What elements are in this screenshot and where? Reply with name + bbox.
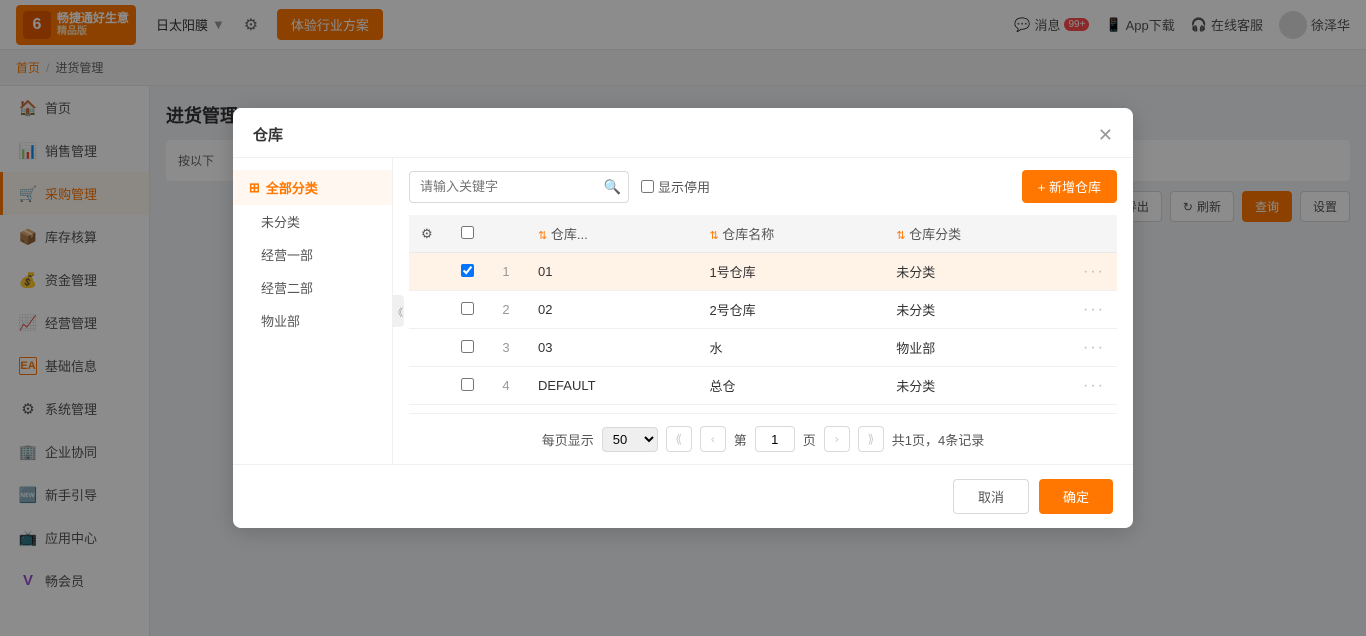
show-disabled-label[interactable]: 显示停用	[641, 177, 710, 196]
row-more-icon[interactable]: ···	[1083, 339, 1105, 356]
cell-gear	[409, 329, 449, 367]
dialog-header: 仓库 ✕	[233, 108, 1133, 158]
page-size-select[interactable]: 50 10 20 100	[602, 427, 658, 452]
th-code-label: 仓库...	[551, 227, 588, 242]
row-more-icon[interactable]: ···	[1083, 377, 1105, 394]
pagination: 每页显示 50 10 20 100 ⟪ ‹ 第 页 › ⟫ 共1页，4条记录	[409, 413, 1117, 464]
row-checkbox[interactable]	[461, 302, 474, 315]
last-page-btn[interactable]: ⟫	[858, 426, 884, 452]
cell-category: 未分类	[884, 253, 1071, 291]
sort-icon-name: ⇅	[709, 230, 718, 242]
warehouse-dialog: 仓库 ✕ ⊞ 全部分类 未分类 经营一部 经营二部 物业部 《	[233, 108, 1133, 528]
category-all[interactable]: ⊞ 全部分类	[233, 170, 392, 205]
cell-dots: ···	[1071, 291, 1117, 329]
grid-icon: ⊞	[249, 180, 260, 196]
search-icon[interactable]: 🔍	[604, 178, 621, 195]
cell-gear	[409, 253, 449, 291]
sort-icon-code: ⇅	[538, 230, 547, 242]
cell-gear	[409, 367, 449, 405]
category-dept2[interactable]: 经营二部	[233, 271, 392, 304]
row-checkbox[interactable]	[461, 378, 474, 391]
row-checkbox[interactable]	[461, 264, 474, 277]
sort-icon-cat: ⇅	[896, 230, 905, 242]
search-bar: 🔍 显示停用 + 新增仓库	[409, 170, 1117, 203]
collapse-btn[interactable]: 《	[392, 295, 404, 327]
cell-category: 未分类	[884, 291, 1071, 329]
th-code: ⇅ 仓库...	[526, 215, 697, 253]
page-suffix: 页	[803, 430, 816, 449]
page-input[interactable]	[755, 426, 795, 452]
dialog-main-area: 🔍 显示停用 + 新增仓库 ⚙	[393, 158, 1133, 464]
th-actions	[1071, 215, 1117, 253]
cell-dots: ···	[1071, 367, 1117, 405]
table-row[interactable]: 4 DEFAULT 总仓 未分类 ···	[409, 367, 1117, 405]
page-label: 第	[734, 430, 747, 449]
cell-name: 总仓	[697, 367, 884, 405]
row-more-icon[interactable]: ···	[1083, 263, 1105, 280]
cell-name: 1号仓库	[697, 253, 884, 291]
cell-gear	[409, 291, 449, 329]
table-row[interactable]: 1 01 1号仓库 未分类 ···	[409, 253, 1117, 291]
cell-dots: ···	[1071, 329, 1117, 367]
dialog-title: 仓库	[253, 124, 283, 145]
cell-code: 03	[526, 329, 697, 367]
th-name-label: 仓库名称	[722, 227, 774, 242]
table-container: ⚙ ⇅ 仓库...	[409, 215, 1117, 405]
th-num	[486, 215, 526, 253]
page-size-label: 每页显示	[542, 430, 594, 449]
cell-num: 4	[486, 367, 526, 405]
cancel-button[interactable]: 取消	[953, 479, 1029, 514]
prev-page-btn[interactable]: ‹	[700, 426, 726, 452]
table-header: ⚙ ⇅ 仓库...	[409, 215, 1117, 253]
category-all-label: 全部分类	[266, 178, 318, 197]
select-all-checkbox[interactable]	[461, 226, 474, 239]
cell-category: 未分类	[884, 367, 1071, 405]
confirm-button[interactable]: 确定	[1039, 479, 1113, 514]
cell-check	[449, 329, 486, 367]
warehouse-table: ⚙ ⇅ 仓库...	[409, 215, 1117, 405]
show-disabled-checkbox[interactable]	[641, 180, 654, 193]
cell-num: 3	[486, 329, 526, 367]
dialog-sidebar: ⊞ 全部分类 未分类 经营一部 经营二部 物业部 《	[233, 158, 393, 464]
th-check	[449, 215, 486, 253]
cell-code: 01	[526, 253, 697, 291]
cell-check	[449, 253, 486, 291]
cell-name: 2号仓库	[697, 291, 884, 329]
row-more-icon[interactable]: ···	[1083, 301, 1105, 318]
row-checkbox[interactable]	[461, 340, 474, 353]
table-body: 1 01 1号仓库 未分类 ··· 2 02 2号仓库 未分类 ··· 3	[409, 253, 1117, 405]
th-gear: ⚙	[409, 215, 449, 253]
th-name: ⇅ 仓库名称	[697, 215, 884, 253]
search-input-wrap: 🔍	[409, 171, 629, 203]
dialog-body: ⊞ 全部分类 未分类 经营一部 经营二部 物业部 《 🔍	[233, 158, 1133, 464]
category-uncat[interactable]: 未分类	[233, 205, 392, 238]
cell-dots: ···	[1071, 253, 1117, 291]
cell-num: 2	[486, 291, 526, 329]
gear-icon[interactable]: ⚙	[421, 226, 433, 241]
th-cat-label: 仓库分类	[909, 227, 961, 242]
next-page-btn[interactable]: ›	[824, 426, 850, 452]
cell-code: 02	[526, 291, 697, 329]
table-header-row: ⚙ ⇅ 仓库...	[409, 215, 1117, 253]
cell-check	[449, 367, 486, 405]
cell-code: DEFAULT	[526, 367, 697, 405]
category-dept1[interactable]: 经营一部	[233, 238, 392, 271]
first-page-btn[interactable]: ⟪	[666, 426, 692, 452]
dialog-overlay: 仓库 ✕ ⊞ 全部分类 未分类 经营一部 经营二部 物业部 《	[0, 0, 1366, 636]
show-disabled-text: 显示停用	[658, 177, 710, 196]
dialog-close-icon[interactable]: ✕	[1098, 126, 1113, 144]
cell-check	[449, 291, 486, 329]
cell-name: 水	[697, 329, 884, 367]
table-row[interactable]: 2 02 2号仓库 未分类 ···	[409, 291, 1117, 329]
cell-num: 1	[486, 253, 526, 291]
cell-category: 物业部	[884, 329, 1071, 367]
category-prop[interactable]: 物业部	[233, 304, 392, 337]
add-warehouse-btn[interactable]: + 新增仓库	[1022, 170, 1117, 203]
dialog-footer: 取消 确定	[233, 464, 1133, 528]
table-row[interactable]: 3 03 水 物业部 ···	[409, 329, 1117, 367]
total-label: 共1页，4条记录	[892, 430, 984, 449]
search-input[interactable]	[409, 171, 629, 203]
th-category: ⇅ 仓库分类	[884, 215, 1071, 253]
